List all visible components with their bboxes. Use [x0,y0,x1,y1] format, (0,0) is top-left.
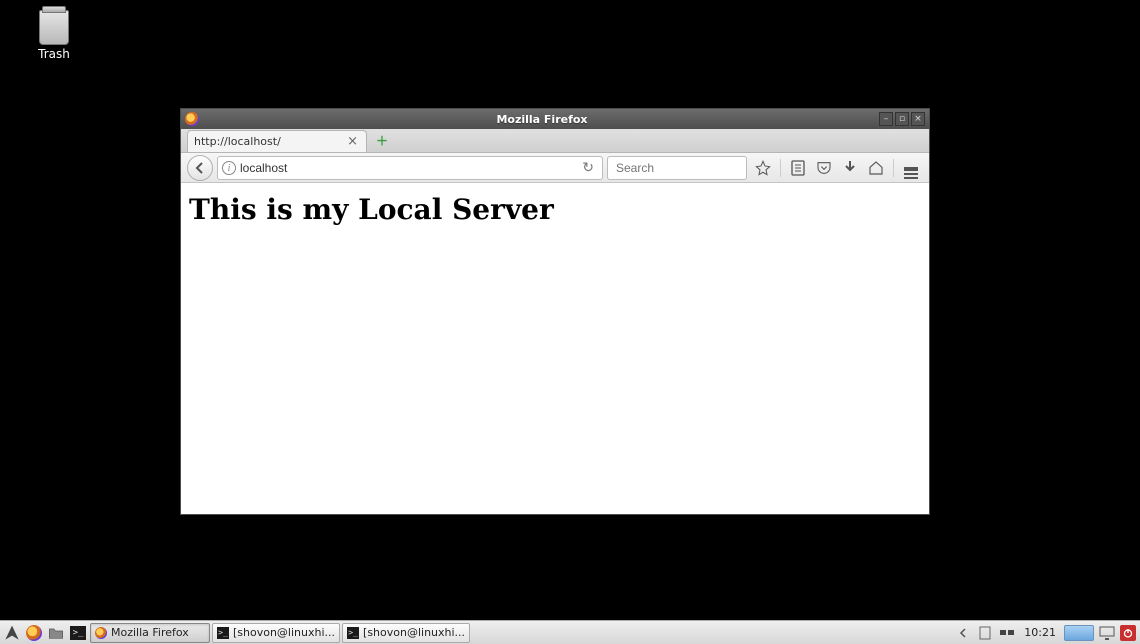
network-icon [999,627,1015,639]
user-switch-icon[interactable] [1098,625,1116,641]
chevron-left-icon [959,628,967,638]
toolbar-separator [780,159,781,177]
bookmark-star-button[interactable] [751,156,775,180]
show-desktop-button[interactable] [1064,625,1094,641]
pocket-button[interactable] [812,156,836,180]
desktop-trash-icon[interactable]: Trash [30,10,78,61]
taskbar-item-terminal[interactable]: >_ [shovon@linuxhi... [342,623,470,643]
window-minimize-button[interactable]: – [879,112,893,126]
clipboard-icon [791,160,805,176]
arch-logo-icon [4,625,20,641]
page-heading: This is my Local Server [189,193,921,226]
firefox-launcher[interactable] [24,623,44,643]
reload-button[interactable]: ↻ [578,160,598,176]
search-input[interactable] [616,161,771,175]
firefox-window: Mozilla Firefox – ▫ × http://localhost/ … [180,108,930,515]
files-launcher[interactable] [46,623,66,643]
tab-label: http://localhost/ [194,135,281,148]
tab-localhost[interactable]: http://localhost/ × [187,130,367,152]
terminal-icon: >_ [347,627,359,639]
search-bar[interactable] [607,156,747,180]
page-content: This is my Local Server [181,183,929,514]
taskbar-item-label: Mozilla Firefox [111,626,189,639]
firefox-icon [95,627,107,639]
taskbar-item-label: [shovon@linuxhi... [233,626,335,639]
monitor-icon [1099,626,1115,640]
back-button[interactable] [187,155,213,181]
trash-icon [39,10,69,45]
star-icon [755,160,771,176]
desktop-trash-label: Trash [30,47,78,61]
system-tray: 10:21 [954,625,1138,641]
toolbar-right [751,156,923,180]
navigation-toolbar: i ↻ [181,153,929,183]
tab-close-button[interactable]: × [345,134,360,149]
window-title: Mozilla Firefox [205,113,879,126]
network-tray-icon[interactable] [998,625,1016,641]
menu-button[interactable] [899,156,923,180]
toolbar-separator [893,159,894,177]
taskbar: >_ Mozilla Firefox >_ [shovon@linuxhi...… [0,620,1140,644]
url-bar[interactable]: i ↻ [217,156,603,180]
clipboard-tray-icon[interactable] [976,625,994,641]
window-titlebar[interactable]: Mozilla Firefox – ▫ × [181,109,929,129]
home-icon [868,160,884,176]
folder-icon [48,626,64,640]
terminal-launcher[interactable]: >_ [68,623,88,643]
taskbar-item-label: [shovon@linuxhi... [363,626,465,639]
firefox-icon [26,625,42,641]
hamburger-icon [904,167,918,169]
new-tab-button[interactable]: ＋ [373,132,391,150]
arrow-left-icon [194,162,206,174]
app-menu-button[interactable] [2,623,22,643]
tabstrip: http://localhost/ × ＋ [181,129,929,153]
taskbar-item-terminal[interactable]: >_ [shovon@linuxhi... [212,623,340,643]
site-info-icon[interactable]: i [222,161,236,175]
taskbar-item-firefox[interactable]: Mozilla Firefox [90,623,210,643]
power-button[interactable] [1120,625,1136,641]
downloads-button[interactable] [838,156,862,180]
download-icon [843,160,857,176]
clipboard-icon [979,626,991,640]
firefox-app-icon [185,112,199,126]
terminal-icon: >_ [217,627,229,639]
url-input[interactable] [240,161,574,175]
taskbar-clock[interactable]: 10:21 [1020,626,1060,639]
tray-collapse-button[interactable] [954,625,972,641]
window-controls: – ▫ × [879,112,925,126]
power-icon [1123,628,1133,638]
terminal-icon: >_ [70,626,86,640]
home-button[interactable] [864,156,888,180]
window-maximize-button[interactable]: ▫ [895,112,909,126]
window-close-button[interactable]: × [911,112,925,126]
pocket-icon [816,160,832,176]
sidebar-button[interactable] [786,156,810,180]
